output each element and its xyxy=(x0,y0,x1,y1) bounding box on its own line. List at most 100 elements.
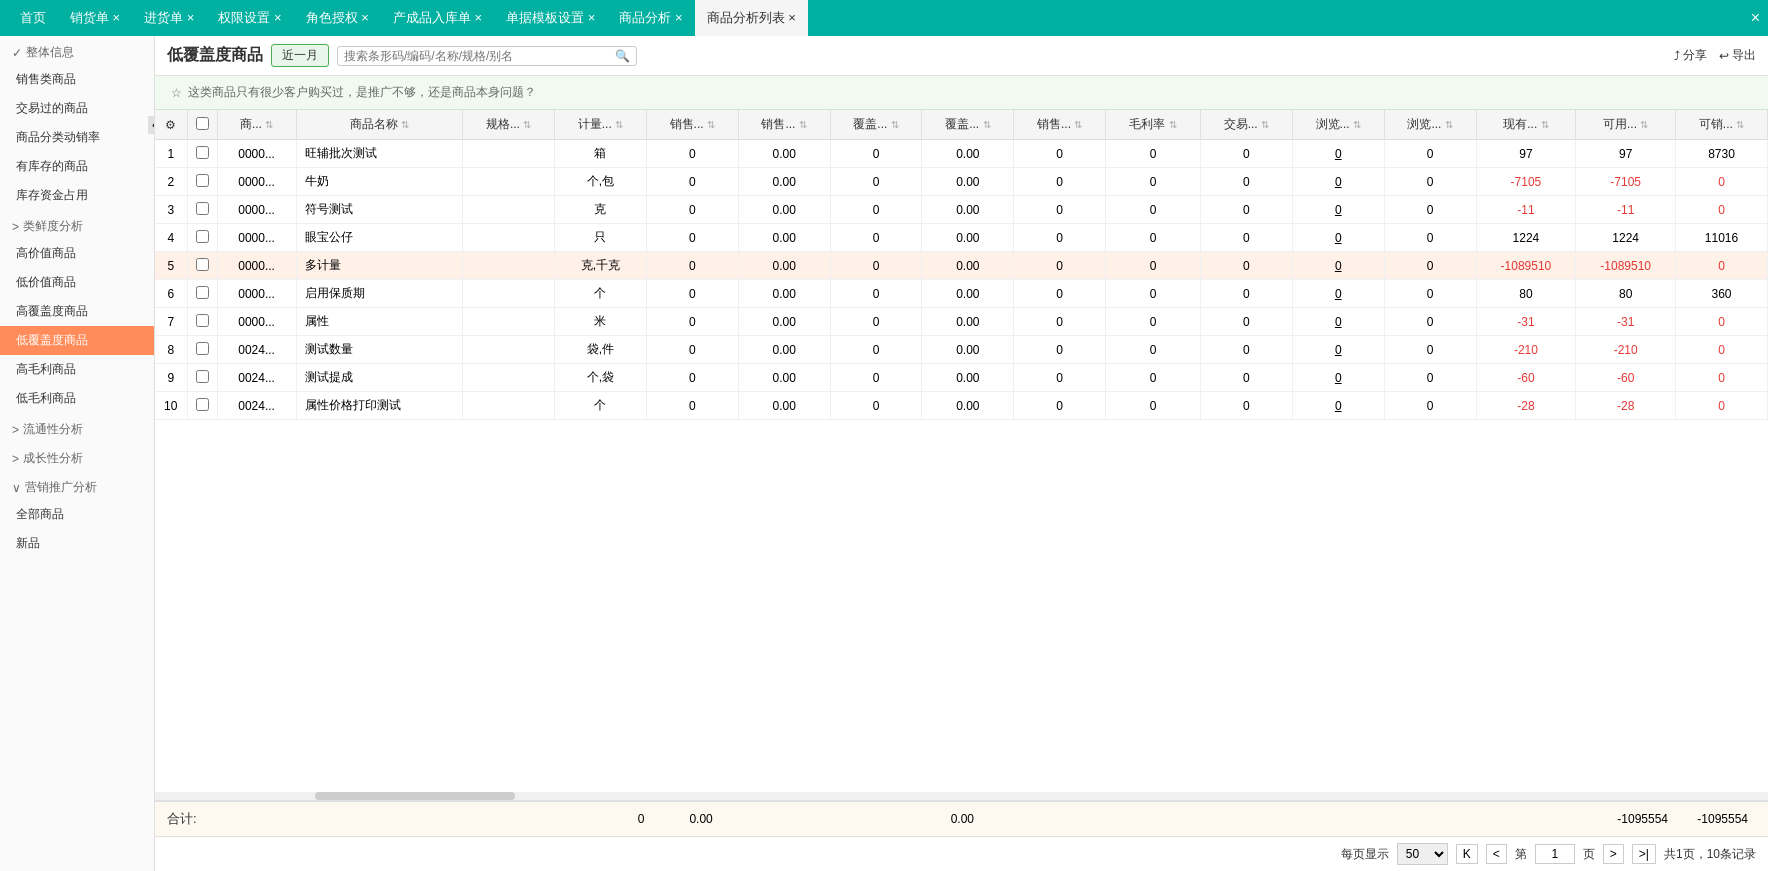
col-browse1[interactable]: 浏览... ⇅ xyxy=(1292,110,1384,140)
browse-link[interactable]: 0 xyxy=(1292,392,1384,420)
total-stock1: -1095554 xyxy=(1596,808,1676,830)
col-checkbox[interactable] xyxy=(187,110,217,140)
row-checkbox[interactable] xyxy=(187,280,217,308)
col-stock2[interactable]: 可用... ⇅ xyxy=(1576,110,1676,140)
col-unit[interactable]: 计量... ⇅ xyxy=(554,110,646,140)
search-icon[interactable]: 🔍 xyxy=(615,49,630,63)
sidebar-collapse-button[interactable]: « xyxy=(148,116,155,134)
sidebar-group-marketing[interactable]: ∨ 营销推广分析 xyxy=(0,471,154,500)
sidebar-item-sales-goods[interactable]: 销售类商品 xyxy=(0,65,154,94)
sidebar-item-traded-goods[interactable]: 交易过的商品 xyxy=(0,94,154,123)
col-trans[interactable]: 交易... ⇅ xyxy=(1200,110,1292,140)
browse-link[interactable]: 0 xyxy=(1292,252,1384,280)
cell-stock1: 1224 xyxy=(1476,224,1576,252)
row-checkbox[interactable] xyxy=(187,336,217,364)
col-spec[interactable]: 规格... ⇅ xyxy=(463,110,555,140)
sidebar-group-growth[interactable]: > 成长性分析 xyxy=(0,442,154,471)
nav-templates[interactable]: 单据模板设置 × xyxy=(494,0,607,36)
sidebar-group-marketing-arrow: ∨ xyxy=(12,481,21,495)
sidebar-group-circulation-arrow: > xyxy=(12,423,19,437)
nav-purchase[interactable]: 进货单 × xyxy=(132,0,206,36)
nav-home[interactable]: 首页 xyxy=(8,0,58,36)
sidebar-item-all-goods[interactable]: 全部商品 xyxy=(0,500,154,529)
browse-link[interactable]: 0 xyxy=(1292,336,1384,364)
first-page-button[interactable]: K xyxy=(1456,844,1478,864)
table-wrapper[interactable]: ⚙ 商... ⇅ 商品名称 ⇅ 规格... ⇅ 计量... ⇅ 销售... ⇅ … xyxy=(155,110,1768,792)
cell-unit: 只 xyxy=(554,224,646,252)
last-page-button[interactable]: >| xyxy=(1632,844,1656,864)
col-cover1[interactable]: 覆盖... ⇅ xyxy=(830,110,922,140)
cell-code: 0000... xyxy=(217,280,296,308)
row-checkbox[interactable] xyxy=(187,308,217,336)
col-margin[interactable]: 毛利率 ⇅ xyxy=(1106,110,1201,140)
sidebar-group-overall[interactable]: ✓ 整体信息 xyxy=(0,36,154,65)
col-sales1[interactable]: 销售... ⇅ xyxy=(646,110,738,140)
row-checkbox[interactable] xyxy=(187,364,217,392)
row-checkbox[interactable] xyxy=(187,168,217,196)
page-number-input[interactable] xyxy=(1535,844,1575,864)
content-header: 低覆盖度商品 近一月 🔍 ⤴ 分享 ↩ 导出 xyxy=(155,36,1768,76)
prev-page-button[interactable]: < xyxy=(1486,844,1507,864)
browse-link[interactable]: 0 xyxy=(1292,140,1384,168)
filter-recent-month-button[interactable]: 近一月 xyxy=(271,44,329,67)
horizontal-scrollbar[interactable] xyxy=(155,792,1768,800)
info-banner: ☆ 这类商品只有很少客户购买过，是推广不够，还是商品本身问题？ xyxy=(155,76,1768,110)
browse-link[interactable]: 0 xyxy=(1292,280,1384,308)
cell-sales2: 0.00 xyxy=(738,308,830,336)
row-checkbox[interactable] xyxy=(187,224,217,252)
nav-sales[interactable]: 销货单 × xyxy=(58,0,132,36)
search-input[interactable] xyxy=(344,49,615,63)
row-checkbox[interactable] xyxy=(187,196,217,224)
search-box[interactable]: 🔍 xyxy=(337,46,637,66)
cell-code: 0024... xyxy=(217,336,296,364)
sidebar-group-freshness[interactable]: > 类鲜度分析 xyxy=(0,210,154,239)
browse-link[interactable]: 0 xyxy=(1292,364,1384,392)
sidebar-item-high-margin[interactable]: 高毛利商品 xyxy=(0,355,154,384)
row-checkbox[interactable] xyxy=(187,252,217,280)
nav-production[interactable]: 产成品入库单 × xyxy=(381,0,494,36)
sidebar-item-new-goods[interactable]: 新品 xyxy=(0,529,154,558)
col-cover2[interactable]: 覆盖... ⇅ xyxy=(922,110,1014,140)
sidebar-group-circulation[interactable]: > 流通性分析 xyxy=(0,413,154,442)
col-settings[interactable]: ⚙ xyxy=(155,110,187,140)
sidebar-item-low-coverage[interactable]: 低覆盖度商品 xyxy=(0,326,154,355)
select-all-checkbox[interactable] xyxy=(196,117,209,130)
nav-permissions[interactable]: 权限设置 × xyxy=(206,0,293,36)
browse-link[interactable]: 0 xyxy=(1292,308,1384,336)
export-button[interactable]: ↩ 导出 xyxy=(1719,47,1756,64)
browse-link[interactable]: 0 xyxy=(1292,168,1384,196)
sidebar-item-high-value[interactable]: 高价值商品 xyxy=(0,239,154,268)
col-name[interactable]: 商品名称 ⇅ xyxy=(296,110,463,140)
next-page-button[interactable]: > xyxy=(1603,844,1624,864)
row-checkbox[interactable] xyxy=(187,140,217,168)
col-sales3[interactable]: 销售... ⇅ xyxy=(1014,110,1106,140)
sidebar-item-high-coverage[interactable]: 高覆盖度商品 xyxy=(0,297,154,326)
share-button[interactable]: ⤴ 分享 xyxy=(1674,47,1707,64)
window-close-button[interactable]: × xyxy=(1751,9,1760,27)
col-code[interactable]: 商... ⇅ xyxy=(217,110,296,140)
col-sales2[interactable]: 销售... ⇅ xyxy=(738,110,830,140)
cell-stock3: 11016 xyxy=(1676,224,1768,252)
sidebar-item-category-rate[interactable]: 商品分类动销率 xyxy=(0,123,154,152)
col-stock3[interactable]: 可销... ⇅ xyxy=(1676,110,1768,140)
cell-stock1: -7105 xyxy=(1476,168,1576,196)
total-records-label: 共1页，10条记录 xyxy=(1664,846,1756,863)
nav-analysis[interactable]: 商品分析 × xyxy=(607,0,694,36)
sidebar-item-stock-capital[interactable]: 库存资金占用 xyxy=(0,181,154,210)
col-stock1[interactable]: 现有... ⇅ xyxy=(1476,110,1576,140)
browse-link[interactable]: 0 xyxy=(1292,196,1384,224)
scrollbar-thumb[interactable] xyxy=(315,792,515,800)
cell-code: 0000... xyxy=(217,252,296,280)
sidebar-item-low-value[interactable]: 低价值商品 xyxy=(0,268,154,297)
nav-roles[interactable]: 角色授权 × xyxy=(294,0,381,36)
page-label-after: 页 xyxy=(1583,846,1595,863)
nav-analysis-list[interactable]: 商品分析列表 × xyxy=(695,0,808,36)
sidebar-group-growth-label: 成长性分析 xyxy=(23,450,83,467)
col-browse2[interactable]: 浏览... ⇅ xyxy=(1384,110,1476,140)
browse-link[interactable]: 0 xyxy=(1292,224,1384,252)
page-size-select[interactable]: 50 100 200 xyxy=(1397,843,1448,865)
top-nav: 首页 销货单 × 进货单 × 权限设置 × 角色授权 × 产成品入库单 × 单据… xyxy=(0,0,1768,36)
sidebar-item-low-margin[interactable]: 低毛利商品 xyxy=(0,384,154,413)
row-checkbox[interactable] xyxy=(187,392,217,420)
sidebar-item-stocked-goods[interactable]: 有库存的商品 xyxy=(0,152,154,181)
